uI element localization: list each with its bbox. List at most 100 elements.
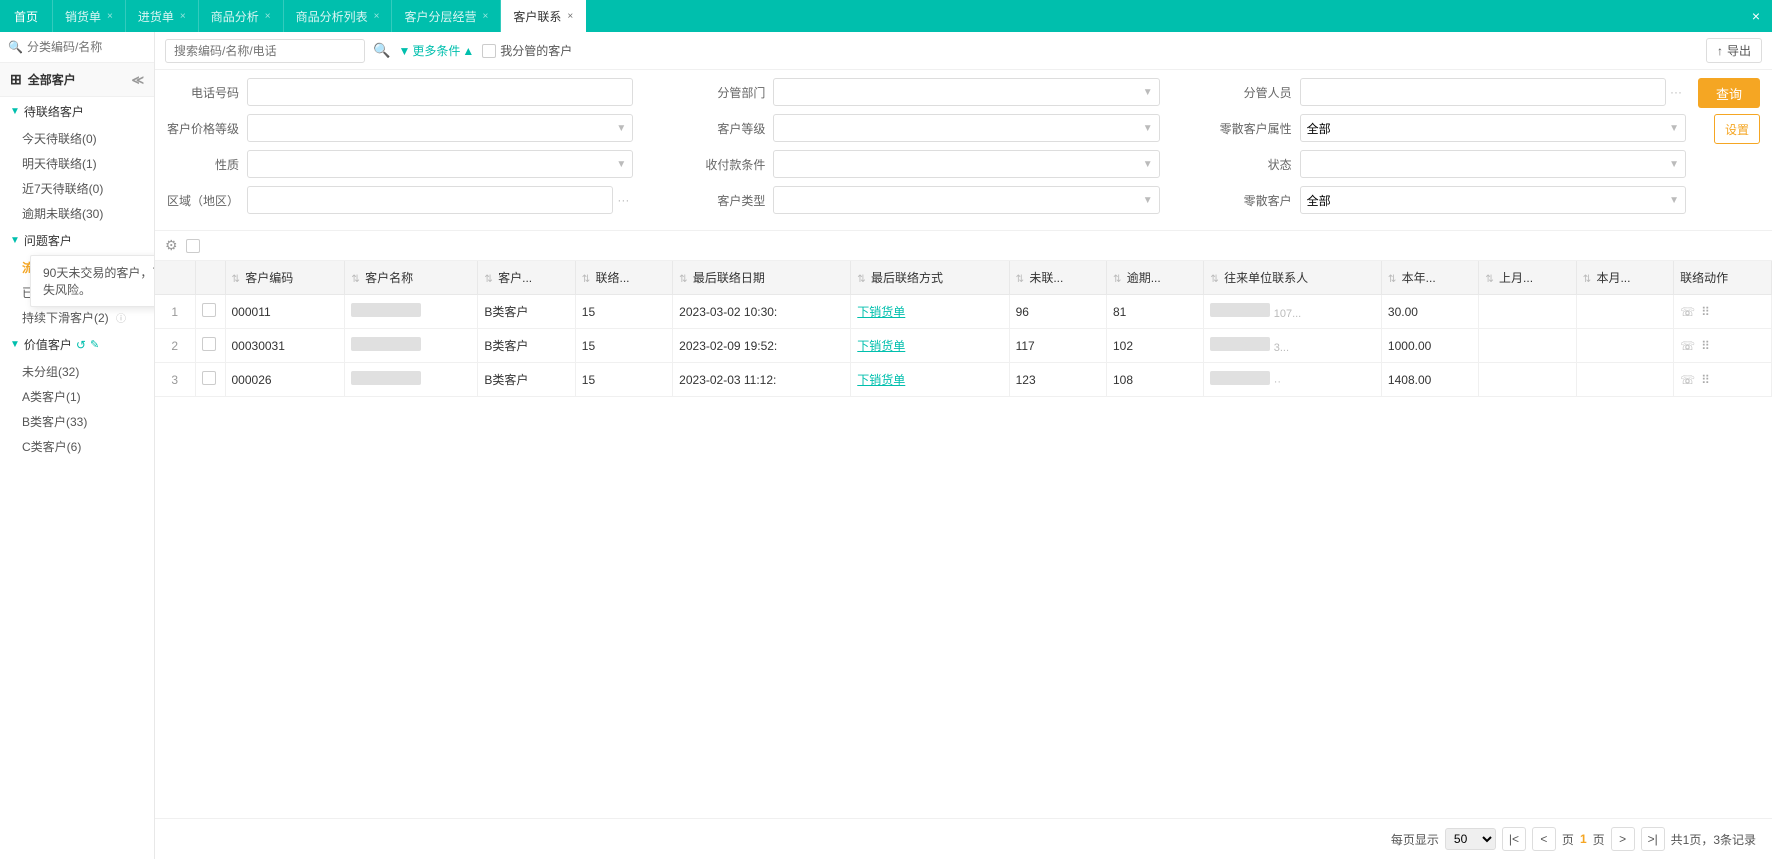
status-select[interactable]: ▼ [1300,150,1686,178]
my-customers-check[interactable] [482,44,496,58]
region-dots[interactable]: ··· [613,193,633,207]
select-all-checkbox[interactable] [186,239,200,253]
tab-analysis-list-close[interactable]: × [374,11,380,22]
sidebar-item-7day-pending[interactable]: 近7天待联络(0) [0,176,154,201]
sort-icon-year: ⇅ [1388,274,1396,285]
cell-name [345,363,478,397]
cell-checkbox[interactable] [195,363,225,397]
cell-actions[interactable]: ☏ ⠿ [1674,329,1772,363]
action-contact-icon[interactable]: ☏ [1680,305,1695,319]
tab-customer-layer[interactable]: 客户分层经营 × [392,0,501,32]
search-input[interactable] [165,39,365,63]
sidebar-item-overdue-contact[interactable]: 逾期未联络(30) [0,201,154,226]
sidebar-item-today-pending[interactable]: 今天待联络(0) [0,126,154,151]
tab-analysis-list[interactable]: 商品分析列表 × [284,0,393,32]
region-input[interactable] [247,186,613,214]
action-contact-icon[interactable]: ☏ [1680,339,1695,353]
tab-purchase-close[interactable]: × [180,11,186,22]
refresh-icon[interactable]: ↺ [76,338,86,352]
sidebar-item-class-a[interactable]: A类客户(1) [0,384,154,409]
filter-row-2: 客户价格等级 ▼ 客户等级 ▼ [167,114,1686,142]
table-settings-icon[interactable]: ⚙ [165,237,178,254]
th-contact[interactable]: ⇅ 联络... [575,261,672,295]
action-more-icon[interactable]: ⠿ [1701,339,1710,353]
tab-sales-close[interactable]: × [107,11,113,22]
cell-last-contact-method[interactable]: 下销货单 [851,329,1009,363]
next-page-btn[interactable]: > [1611,827,1635,851]
th-overdue[interactable]: ⇅ 逾期... [1106,261,1203,295]
prev-page-btn[interactable]: < [1532,827,1556,851]
cell-checkbox[interactable] [195,295,225,329]
per-page-label: 每页显示 [1391,831,1439,848]
my-customers-checkbox[interactable]: 我分管的客户 [482,42,572,59]
th-type[interactable]: ⇅ 客户... [478,261,575,295]
sidebar-section-problem[interactable]: ▼ 问题客户 [0,226,154,255]
sidebar-section-pending[interactable]: ▼ 待联络客户 [0,97,154,126]
window-close-btn[interactable]: × [1752,8,1772,24]
retail-attr-label: 零散客户属性 [1220,120,1300,137]
gender-label: 性质 [167,156,247,173]
sidebar-section-value[interactable]: ▼ 价值客户 ↺ ✎ [0,330,154,359]
settings-button[interactable]: 设置 [1714,114,1760,144]
retail-customer-select[interactable]: 全部 ▼ [1300,186,1686,214]
th-current-month[interactable]: ⇅ 本月... [1576,261,1673,295]
retail-attr-select[interactable]: 全部 ▼ [1300,114,1686,142]
th-company-contact[interactable]: ⇅ 往来单位联系人 [1204,261,1382,295]
th-name[interactable]: ⇅ 客户名称 [345,261,478,295]
sidebar-item-ungrouped[interactable]: 未分组(32) [0,359,154,384]
customer-type-select[interactable]: ▼ [773,186,1159,214]
tab-customer-contact-close[interactable]: × [567,11,573,22]
more-conditions-toggle[interactable]: ▼ 更多条件 ▲ [398,42,474,59]
tab-sales[interactable]: 销货单 × [53,0,126,32]
tab-analysis[interactable]: 商品分析 × [199,0,284,32]
sidebar-item-tomorrow-pending[interactable]: 明天待联络(1) [0,151,154,176]
tab-purchase[interactable]: 进货单 × [126,0,199,32]
first-page-btn[interactable]: |< [1502,827,1526,851]
cell-actions[interactable]: ☏ ⠿ [1674,363,1772,397]
tab-sales-label: 销货单 [65,8,101,25]
action-more-icon[interactable]: ⠿ [1701,373,1710,387]
th-last-contact-date[interactable]: ⇅ 最后联络日期 [673,261,851,295]
action-contact-icon[interactable]: ☏ [1680,373,1695,387]
sidebar-all-customers[interactable]: ⊞ 全部客户 ≪ [0,63,154,97]
filter-search-button[interactable]: 🔍 [373,42,390,59]
customer-level-select[interactable]: ▼ [773,114,1159,142]
query-button[interactable]: 查询 [1698,78,1760,108]
person-dots[interactable]: ··· [1666,85,1686,99]
edit-icon[interactable]: ✎ [90,338,99,351]
customer-level-arrow: ▼ [1143,123,1153,134]
filter-customer-type: 客户类型 ▼ [693,186,1159,214]
sidebar-item-class-c[interactable]: C类客户(6) [0,434,154,459]
th-uncontact[interactable]: ⇅ 未联... [1009,261,1106,295]
last-page-btn[interactable]: >| [1641,827,1665,851]
th-last-contact-method[interactable]: ⇅ 最后联络方式 [851,261,1009,295]
sidebar-item-class-b[interactable]: B类客户(33) [0,409,154,434]
cell-code: 00030031 [225,329,345,363]
tab-analysis-close[interactable]: × [265,11,271,22]
price-level-select[interactable]: ▼ [247,114,633,142]
phone-input[interactable] [247,78,633,106]
th-code[interactable]: ⇅ 客户编码 [225,261,345,295]
export-button[interactable]: ↑ 导出 [1706,38,1762,63]
action-more-icon[interactable]: ⠿ [1701,305,1710,319]
payment-select[interactable]: ▼ [773,150,1159,178]
cell-last-contact-method[interactable]: 下销货单 [851,363,1009,397]
sidebar-section-value-label: 价值客户 [24,336,72,353]
sidebar-item-declining[interactable]: 持续下滑客户(2) ⓘ [0,305,154,330]
th-current-year[interactable]: ⇅ 本年... [1381,261,1478,295]
cell-last-contact-method[interactable]: 下销货单 [851,295,1009,329]
tab-home[interactable]: 首页 [0,0,53,32]
th-index [155,261,195,295]
person-input[interactable] [1300,78,1666,106]
sidebar-search-input[interactable] [27,40,155,54]
cell-checkbox[interactable] [195,329,225,363]
sort-icon-uncontact: ⇅ [1016,274,1024,285]
cell-actions[interactable]: ☏ ⠿ [1674,295,1772,329]
dept-select[interactable]: ▼ [773,78,1159,106]
tab-customer-contact[interactable]: 客户联系 × [501,0,586,32]
th-last-month[interactable]: ⇅ 上月... [1479,261,1576,295]
gender-select[interactable]: ▼ [247,150,633,178]
filter-retail-attr: 零散客户属性 全部 ▼ [1220,114,1686,142]
per-page-select[interactable]: 50 100 200 [1445,828,1496,850]
tab-customer-layer-close[interactable]: × [482,11,488,22]
